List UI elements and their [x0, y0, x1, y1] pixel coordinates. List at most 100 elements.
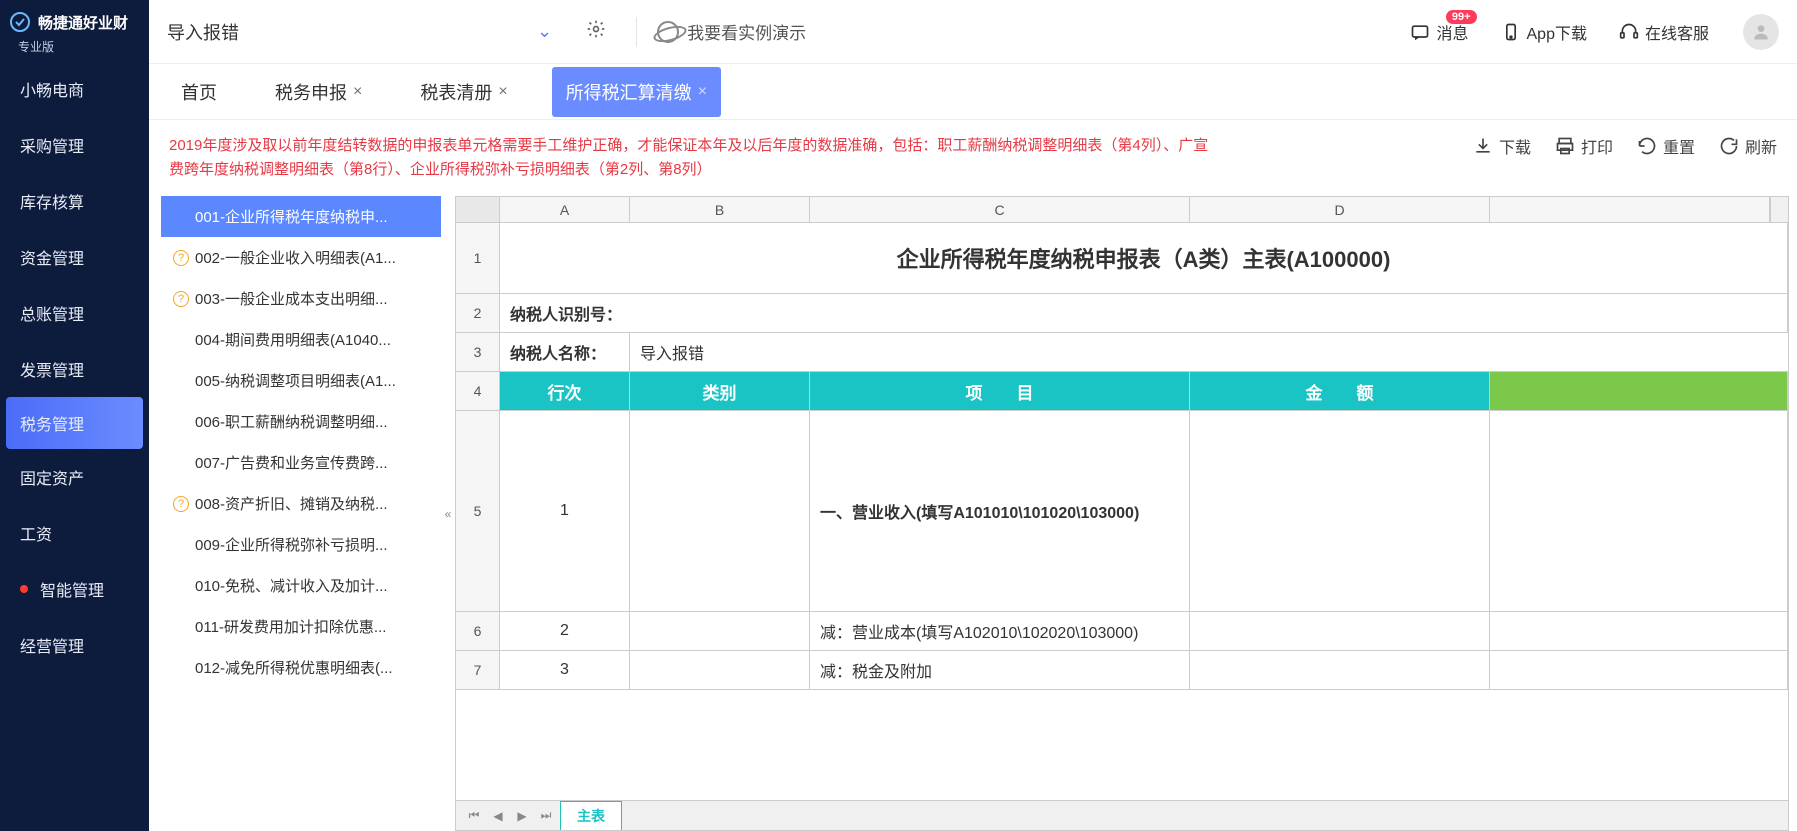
vertical-scrollbar[interactable]	[1770, 197, 1788, 222]
header-rownum[interactable]: 行次	[500, 372, 630, 410]
badge: 99+	[1446, 10, 1477, 24]
header-amount[interactable]: 金 额	[1190, 372, 1490, 410]
close-icon[interactable]: ×	[698, 83, 707, 101]
refresh-button[interactable]: 刷新	[1719, 134, 1777, 158]
cell-6d[interactable]	[1190, 612, 1490, 650]
tab-2[interactable]: 税表清册×	[406, 67, 521, 117]
cell-5e[interactable]	[1490, 411, 1788, 611]
form-item-3[interactable]: ?004-期间费用明细表(A1040...	[161, 319, 441, 360]
form-item-label: 001-企业所得税年度纳税申...	[195, 206, 388, 227]
col-header-c[interactable]: C	[810, 197, 1190, 222]
service-button[interactable]: 在线客服	[1619, 20, 1709, 44]
form-item-label: 010-免税、减计收入及加计...	[195, 575, 388, 596]
planet-icon	[657, 21, 679, 43]
cell-5b[interactable]	[630, 411, 810, 611]
sheet-nav-last[interactable]: ⏭	[536, 806, 556, 826]
sidebar-item-7[interactable]: 固定资产	[0, 449, 149, 505]
form-item-label: 002-一般企业收入明细表(A1...	[195, 247, 396, 268]
tab-3[interactable]: 所得税汇算清缴×	[552, 67, 721, 117]
messages-button[interactable]: 消息 99+	[1410, 20, 1468, 44]
row-header[interactable]: 4	[456, 372, 500, 410]
download-button[interactable]: 下载	[1473, 134, 1531, 158]
sidebar-item-0[interactable]: 小畅电商	[0, 61, 149, 117]
page-tabs: 首页税务申报× 税表清册× 所得税汇算清缴×	[149, 64, 1797, 120]
taxpayer-name-label[interactable]: 纳税人名称：	[500, 333, 630, 371]
service-label: 在线客服	[1645, 20, 1709, 44]
sheet-tab-main[interactable]: 主表	[560, 801, 622, 830]
tab-1[interactable]: 税务申报×	[261, 67, 376, 117]
cell-6e[interactable]	[1490, 612, 1788, 650]
row-header[interactable]: 2	[456, 294, 500, 332]
row-header[interactable]: 7	[456, 651, 500, 689]
logo: 畅捷通好业财	[0, 0, 149, 38]
sheet-nav-prev[interactable]: ◀	[488, 806, 508, 826]
form-item-9[interactable]: ?010-免税、减计收入及加计...	[161, 565, 441, 606]
sidebar-item-1[interactable]: 采购管理	[0, 117, 149, 173]
form-item-0[interactable]: ?001-企业所得税年度纳税申...	[161, 196, 441, 237]
form-item-4[interactable]: ?005-纳税调整项目明细表(A1...	[161, 360, 441, 401]
close-icon[interactable]: ×	[353, 83, 362, 101]
app-download-button[interactable]: App下载	[1501, 20, 1587, 44]
print-button[interactable]: 打印	[1555, 134, 1613, 158]
tab-0[interactable]: 首页	[167, 67, 231, 117]
chevron-down-icon[interactable]: ⌄	[527, 21, 562, 42]
header-extra[interactable]	[1490, 372, 1788, 410]
demo-label: 我要看实例演示	[687, 19, 806, 44]
cell-6a[interactable]: 2	[500, 612, 630, 650]
form-item-label: 005-纳税调整项目明细表(A1...	[195, 370, 396, 391]
sidebar-item-10[interactable]: 经营管理	[0, 617, 149, 673]
avatar[interactable]	[1743, 14, 1779, 50]
cell-7c[interactable]: 减：税金及附加	[810, 651, 1190, 689]
sidebar-item-5[interactable]: 发票管理	[0, 341, 149, 397]
cell-5d[interactable]	[1190, 411, 1490, 611]
col-header-a[interactable]: A	[500, 197, 630, 222]
row-header[interactable]: 6	[456, 612, 500, 650]
form-item-11[interactable]: ?012-减免所得税优惠明细表(...	[161, 647, 441, 688]
sheet-nav-first[interactable]: ⏮	[464, 806, 484, 826]
sidebar-item-label: 小畅电商	[20, 77, 84, 101]
close-icon[interactable]: ×	[498, 83, 507, 101]
cell-5a[interactable]: 1	[500, 411, 630, 611]
form-item-2[interactable]: ?003-一般企业成本支出明细...	[161, 278, 441, 319]
cell-6b[interactable]	[630, 612, 810, 650]
sidebar-item-label: 工资	[20, 521, 52, 545]
sidebar-item-3[interactable]: 资金管理	[0, 229, 149, 285]
form-item-1[interactable]: ?002-一般企业收入明细表(A1...	[161, 237, 441, 278]
row-header[interactable]: 5	[456, 411, 500, 611]
form-item-5[interactable]: ?006-职工薪酬纳税调整明细...	[161, 401, 441, 442]
cell-6c[interactable]: 减：营业成本(填写A102010\102020\103000)	[810, 612, 1190, 650]
header-item[interactable]: 项 目	[810, 372, 1190, 410]
cell-5c[interactable]: 一、营业收入(填写A101010\101020\103000)	[810, 411, 1190, 611]
select-all-corner[interactable]	[456, 197, 500, 222]
form-item-7[interactable]: ?008-资产折旧、摊销及纳税...	[161, 483, 441, 524]
taxpayer-id-label[interactable]: 纳税人识别号：	[500, 294, 1788, 332]
collapse-handle[interactable]: «	[441, 196, 455, 831]
cell-7e[interactable]	[1490, 651, 1788, 689]
reset-button[interactable]: 重置	[1637, 134, 1695, 158]
sheet-nav-next[interactable]: ▶	[512, 806, 532, 826]
sidebar-item-6[interactable]: 税务管理	[6, 397, 143, 449]
row-header[interactable]: 1	[456, 223, 500, 293]
demo-link[interactable]: 我要看实例演示	[657, 19, 806, 44]
col-header-b[interactable]: B	[630, 197, 810, 222]
search-text[interactable]: 导入报错	[167, 19, 239, 45]
sidebar-menu: 小畅电商采购管理库存核算资金管理总账管理发票管理税务管理固定资产工资智能管理经营…	[0, 61, 149, 831]
col-header-d[interactable]: D	[1190, 197, 1490, 222]
sidebar-item-8[interactable]: 工资	[0, 505, 149, 561]
sidebar-item-label: 税务管理	[20, 411, 84, 435]
sidebar-item-2[interactable]: 库存核算	[0, 173, 149, 229]
cell-7a[interactable]: 3	[500, 651, 630, 689]
taxpayer-name-value[interactable]: 导入报错	[630, 333, 1788, 371]
cell-7b[interactable]	[630, 651, 810, 689]
form-item-8[interactable]: ?009-企业所得税弥补亏损明...	[161, 524, 441, 565]
form-item-10[interactable]: ?011-研发费用加计扣除优惠...	[161, 606, 441, 647]
sidebar-item-4[interactable]: 总账管理	[0, 285, 149, 341]
sidebar-item-9[interactable]: 智能管理	[0, 561, 149, 617]
form-item-6[interactable]: ?007-广告费和业务宣传费跨...	[161, 442, 441, 483]
header-category[interactable]: 类别	[630, 372, 810, 410]
gear-icon[interactable]	[576, 19, 616, 45]
form-item-label: 008-资产折旧、摊销及纳税...	[195, 493, 388, 514]
cell-7d[interactable]	[1190, 651, 1490, 689]
row-header[interactable]: 3	[456, 333, 500, 371]
sheet-title[interactable]: 企业所得税年度纳税申报表（A类）主表(A100000)	[500, 223, 1788, 293]
